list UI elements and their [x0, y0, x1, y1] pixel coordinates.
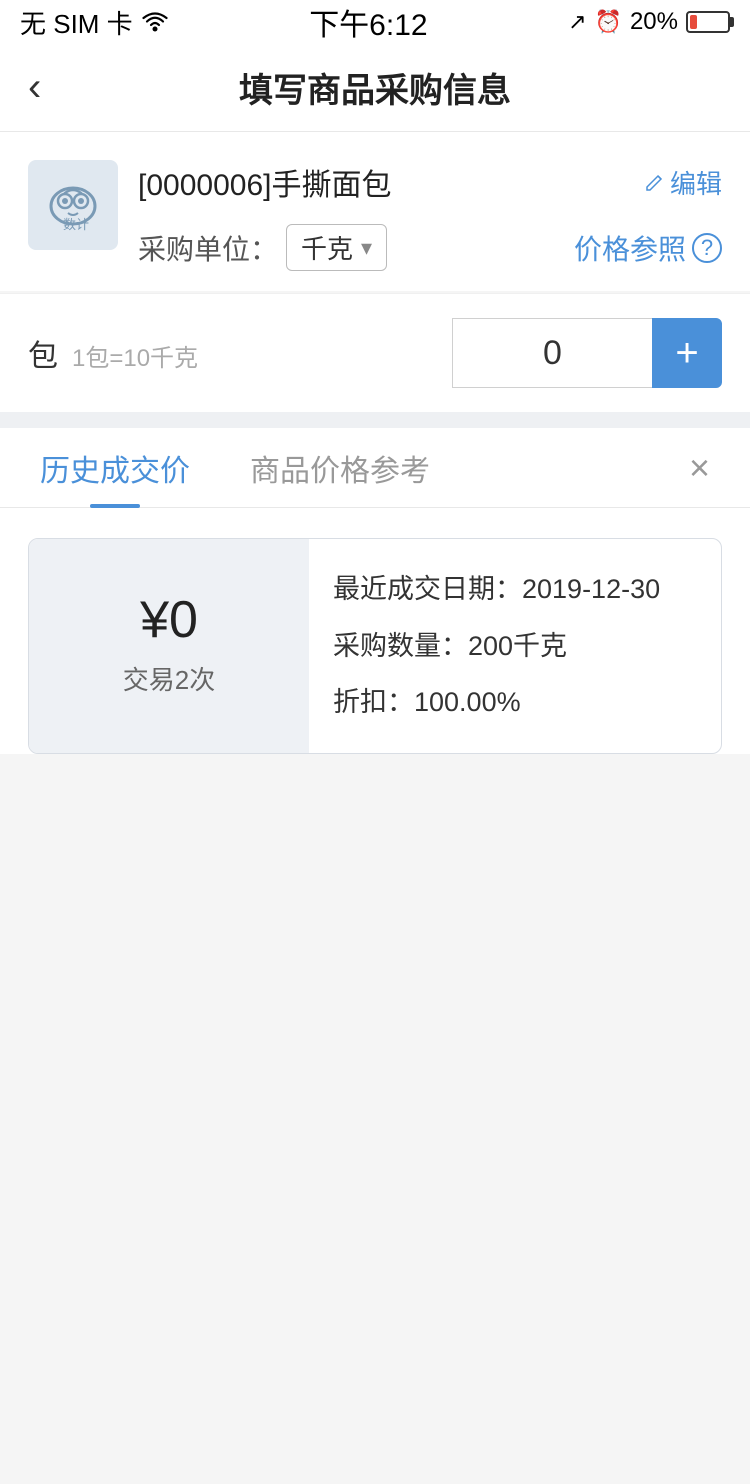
- quantity-unit: 包: [28, 331, 58, 375]
- product-section: 数计 [0000006]手撕面包 编辑 采购单位： 千: [0, 132, 750, 291]
- nav-bar: ‹ 填写商品采购信息: [0, 44, 750, 132]
- trade-discount: 折扣：100.00%: [333, 682, 697, 723]
- plus-icon: +: [675, 331, 698, 376]
- battery-icon: [686, 11, 730, 33]
- discount-value: 100.00%: [414, 687, 521, 717]
- recent-date-value: 2019-12-30: [522, 574, 660, 604]
- price-ref-help-icon: ?: [692, 233, 722, 263]
- status-bar-time: 下午6:12: [309, 0, 427, 44]
- unit-arrow-icon: ▾: [361, 235, 372, 261]
- section-divider: [0, 412, 750, 428]
- tabs-left: 历史成交价 商品价格参考: [40, 428, 430, 508]
- quantity-value: 0: [543, 334, 562, 373]
- tab-price-ref[interactable]: 商品价格参考: [250, 428, 430, 508]
- edit-button[interactable]: 编辑: [644, 164, 722, 201]
- quantity-input[interactable]: 0: [452, 318, 652, 388]
- quantity-detail-value: 200千克: [468, 631, 567, 661]
- trade-card-right: 最近成交日期：2019-12-30 采购数量：200千克 折扣：100.00%: [309, 539, 721, 753]
- battery-pct: 20%: [630, 8, 678, 36]
- page-body: [0, 784, 750, 1484]
- quantity-section: 包 1包=10千克 0 +: [0, 293, 750, 412]
- tab-price-ref-label: 商品价格参考: [250, 446, 430, 490]
- status-bar: 无 SIM 卡 下午6:12 ↗ ⏰ 20%: [0, 0, 750, 44]
- trade-card: ¥0 交易2次 最近成交日期：2019-12-30 采购数量：200千克 折扣：…: [28, 538, 722, 754]
- trade-times: 交易2次: [123, 660, 215, 697]
- price-ref-button[interactable]: 价格参照 ?: [574, 228, 722, 268]
- recent-date-label: 最近成交日期：: [333, 574, 522, 604]
- edit-label: 编辑: [670, 164, 722, 201]
- back-button[interactable]: ‹: [28, 65, 41, 110]
- trade-recent-date: 最近成交日期：2019-12-30: [333, 569, 697, 610]
- logo-icon: 数计: [43, 171, 103, 240]
- svg-text:数计: 数计: [63, 217, 89, 231]
- tabs-section: 历史成交价 商品价格参考 × ¥0 交易2次 最近成交日期：2019-12-30…: [0, 428, 750, 754]
- unit-value: 千克: [301, 229, 353, 266]
- tabs-header: 历史成交价 商品价格参考 ×: [0, 428, 750, 508]
- tab-history-price-label: 历史成交价: [40, 446, 190, 490]
- unit-selector[interactable]: 千克 ▾: [286, 224, 387, 271]
- tab-close-button[interactable]: ×: [689, 447, 710, 489]
- carrier-text: 无 SIM 卡: [20, 4, 133, 41]
- tab-history-price[interactable]: 历史成交价: [40, 428, 190, 508]
- trade-price: ¥0: [140, 594, 198, 646]
- product-header: 数计 [0000006]手撕面包 编辑 采购单位： 千: [28, 160, 722, 271]
- quantity-label: 采购数量：: [333, 631, 468, 661]
- trade-card-left: ¥0 交易2次: [29, 539, 309, 753]
- price-value: 0: [169, 591, 198, 649]
- quantity-plus-button[interactable]: +: [652, 318, 722, 388]
- product-unit-row: 采购单位： 千克 ▾ 价格参照 ?: [138, 224, 722, 271]
- product-logo: 数计: [28, 160, 118, 250]
- price-ref-label: 价格参照: [574, 228, 686, 268]
- price-symbol: ¥: [140, 591, 169, 649]
- discount-label: 折扣：: [333, 687, 414, 717]
- page-title: 填写商品采购信息: [239, 63, 511, 112]
- product-info-top: [0000006]手撕面包 编辑: [138, 160, 722, 204]
- location-icon: ↗: [568, 9, 586, 35]
- quantity-label-wrap: 包 1包=10千克: [28, 331, 198, 375]
- alarm-icon: ⏰: [595, 9, 622, 35]
- wifi-icon: [141, 12, 169, 32]
- product-info: [0000006]手撕面包 编辑 采购单位： 千克 ▾: [138, 160, 722, 271]
- quantity-controls: 0 +: [452, 318, 722, 388]
- quantity-hint: 1包=10千克: [72, 338, 198, 373]
- unit-label: 采购单位：: [138, 228, 278, 268]
- product-name: [0000006]手撕面包: [138, 160, 391, 204]
- status-bar-right: ↗ ⏰ 20%: [568, 8, 730, 36]
- trade-quantity: 采购数量：200千克: [333, 626, 697, 667]
- status-bar-left: 无 SIM 卡: [20, 4, 169, 41]
